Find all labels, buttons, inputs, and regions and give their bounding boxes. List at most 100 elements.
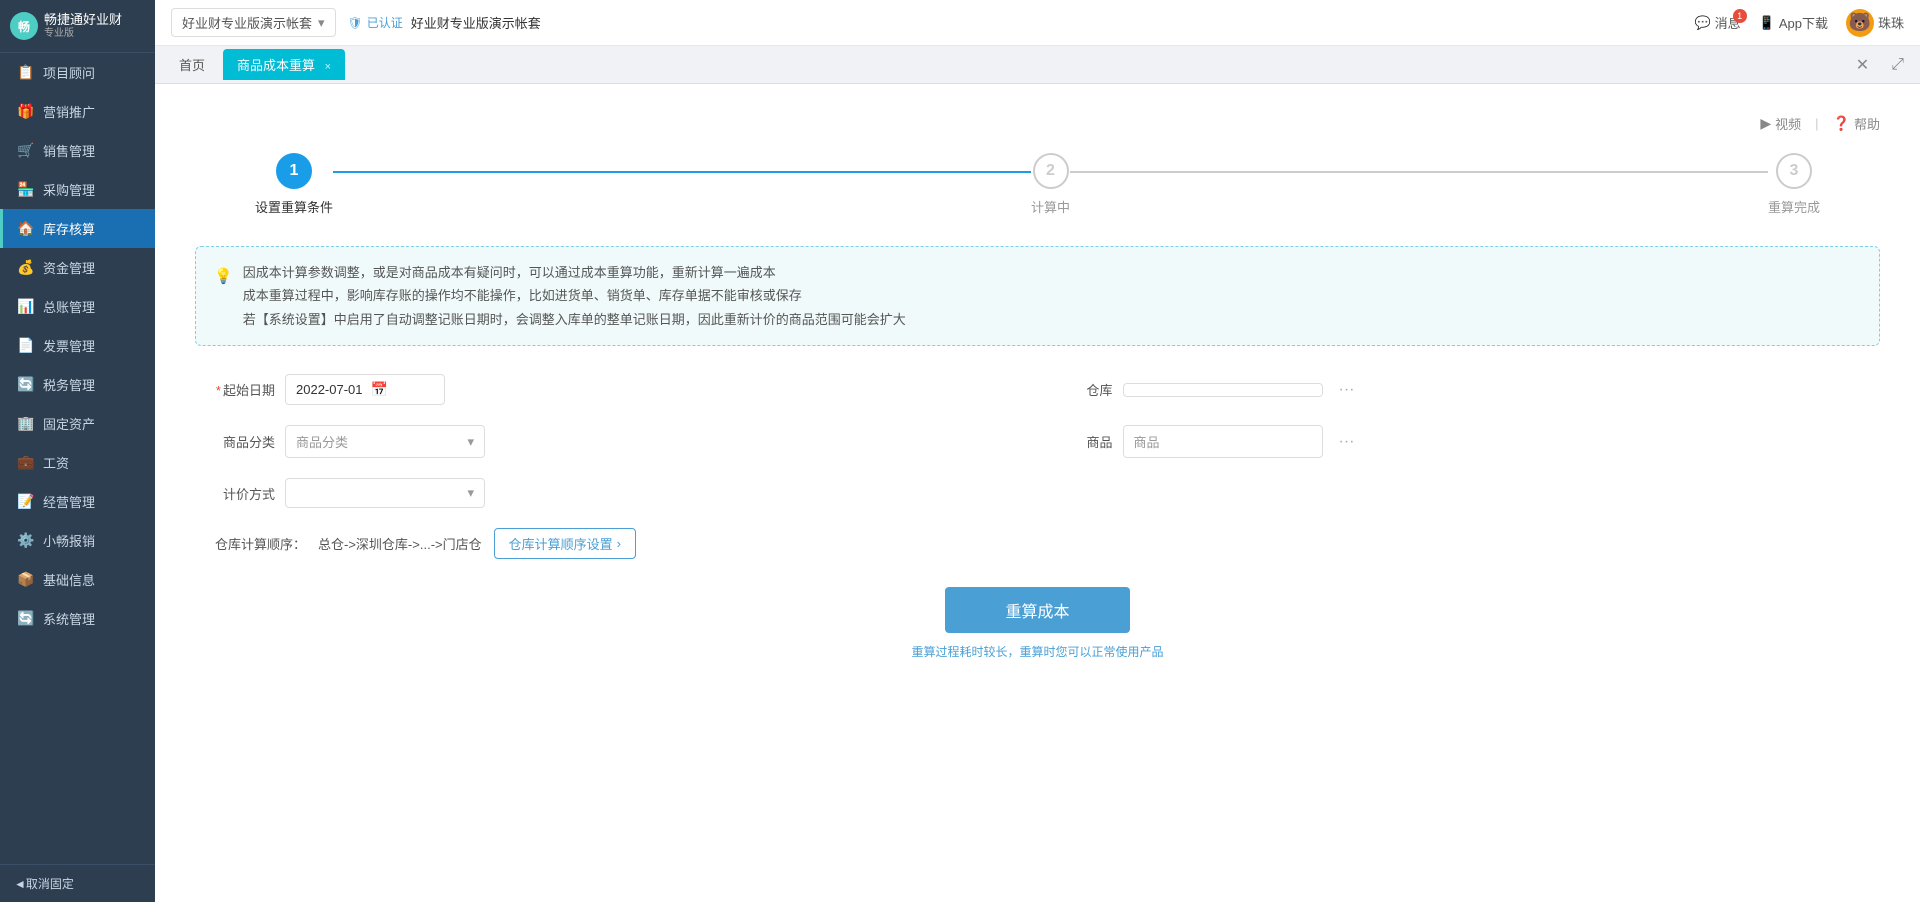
calendar-icon[interactable]: 📅 [371, 381, 388, 398]
system-icon: 🔄 [17, 610, 35, 628]
sidebar-item-expense[interactable]: ⚙️ 小畅报销 [0, 521, 155, 560]
sidebar-nav: 📋 项目顾问 🎁 营销推广 🛒 销售管理 🏪 采购管理 🏠 库存核算 💰 资金管… [0, 53, 155, 864]
pin-toggle-label: ◄取消固定 [14, 875, 74, 892]
sidebar-item-tax[interactable]: 🔄 税务管理 [0, 365, 155, 404]
info-text: 因成本计算参数调整，或是对商品成本有疑问时，可以通过成本重算功能，重新计算一遍成… [243, 261, 906, 331]
warehouse-order-button[interactable]: 仓库计算顺序设置 › [494, 528, 636, 559]
sidebar-item-invoice[interactable]: 📄 发票管理 [0, 326, 155, 365]
app-logo-text: 畅捷通好业财 专业版 [44, 12, 122, 40]
recalc-hint: 重算过程耗时较长，重算时您可以正常使用产品 [911, 643, 1163, 660]
chevron-down-icon: ▾ [467, 434, 474, 450]
sidebar-item-sales[interactable]: 🛒 销售管理 [0, 131, 155, 170]
sidebar-item-marketing[interactable]: 🎁 营销推广 [0, 92, 155, 131]
goods-label: 商品 [1053, 432, 1113, 451]
user-menu[interactable]: 🐻 珠珠 [1846, 9, 1904, 37]
category-label: 商品分类 [215, 432, 275, 451]
step-line-1 [333, 171, 1031, 173]
tab-home[interactable]: 首页 [165, 49, 219, 80]
funds-icon: 💰 [17, 259, 35, 277]
form-field-category: 商品分类 商品分类 ▾ [215, 425, 1023, 458]
sidebar-pin-toggle[interactable]: ◄取消固定 [0, 864, 155, 902]
user-name: 珠珠 [1878, 13, 1904, 32]
sidebar-label-salary: 工资 [43, 453, 69, 472]
warehouse-order-label: 仓库计算顺序： [215, 534, 306, 553]
step-2-circle: 2 [1033, 153, 1069, 189]
recalc-btn-label: 重算成本 [1005, 604, 1069, 621]
app-edition: 专业版 [44, 28, 122, 40]
step-2-label: 计算中 [1031, 197, 1070, 216]
form-field-warehouse: 仓库 ··· [1053, 380, 1861, 399]
expand-panel-icon[interactable]: ⤢ [1885, 54, 1910, 76]
form-row-2: 商品分类 商品分类 ▾ 商品 商品 ··· [215, 425, 1860, 458]
sidebar-item-inventory[interactable]: 🏠 库存核算 [0, 209, 155, 248]
operation-icon: 📝 [17, 493, 35, 511]
recalc-section: 重算成本 重算过程耗时较长，重算时您可以正常使用产品 [195, 587, 1880, 660]
sidebar-item-operation[interactable]: 📝 经营管理 [0, 482, 155, 521]
chevron-right-icon: › [617, 536, 621, 551]
category-select[interactable]: 商品分类 ▾ [285, 425, 485, 458]
sidebar-item-funds[interactable]: 💰 资金管理 [0, 248, 155, 287]
sidebar-label-expense: 小畅报销 [43, 531, 95, 550]
info-box: 💡 因成本计算参数调整，或是对商品成本有疑问时，可以通过成本重算功能，重新计算一… [195, 246, 1880, 346]
inventory-icon: 🏠 [17, 220, 35, 238]
tabs-bar: 首页 商品成本重算 × ✕ ⤢ [155, 46, 1920, 84]
warehouse-dots-icon[interactable]: ··· [1339, 381, 1355, 399]
sidebar-item-basic[interactable]: 📦 基础信息 [0, 560, 155, 599]
messages-button[interactable]: 💬 消息 1 [1694, 13, 1740, 32]
sidebar-item-salary[interactable]: 💼 工资 [0, 443, 155, 482]
expense-icon: ⚙️ [17, 532, 35, 550]
close-panel-icon[interactable]: ✕ [1850, 53, 1875, 77]
warehouse-input[interactable] [1123, 383, 1323, 397]
start-date-input[interactable]: 2022-07-01 📅 [285, 374, 445, 405]
pricing-select[interactable]: ▾ [285, 478, 485, 508]
topbar-right: 💬 消息 1 📱 App下载 🐻 珠珠 [1694, 9, 1904, 37]
accounting-icon: 📊 [17, 298, 35, 316]
form-field-start-date: *起始日期 2022-07-01 📅 [215, 374, 1023, 405]
divider: | [1815, 116, 1818, 131]
app-logo-icon: 畅 [10, 12, 38, 40]
main-area: 好业财专业版演示帐套 ▾ 🛡 已认证 好业财专业版演示帐套 💬 消息 1 📱 A… [155, 0, 1920, 902]
sidebar-item-assets[interactable]: 🏢 固定资产 [0, 404, 155, 443]
sidebar-label-sales: 销售管理 [43, 141, 95, 160]
goods-dots-icon[interactable]: ··· [1339, 433, 1355, 451]
account-selector[interactable]: 好业财专业版演示帐套 ▾ [171, 8, 336, 37]
step-3: 3 重算完成 [1768, 153, 1820, 216]
help-link[interactable]: ❓ 帮助 [1833, 114, 1880, 133]
sidebar-item-accounting[interactable]: 📊 总账管理 [0, 287, 155, 326]
sidebar-item-system[interactable]: 🔄 系统管理 [0, 599, 155, 638]
app-download-button[interactable]: 📱 App下载 [1759, 13, 1828, 32]
info-icon: 💡 [214, 263, 233, 331]
sales-icon: 🛒 [17, 142, 35, 160]
goods-input[interactable]: 商品 [1123, 425, 1323, 458]
recalc-button[interactable]: 重算成本 [945, 587, 1129, 633]
basic-icon: 📦 [17, 571, 35, 589]
sidebar-label-basic: 基础信息 [43, 570, 95, 589]
video-label: 视频 [1775, 114, 1801, 133]
app-download-label: App下载 [1779, 13, 1828, 32]
tab-close-icon[interactable]: × [325, 61, 331, 73]
marketing-icon: 🎁 [17, 103, 35, 121]
video-link[interactable]: ▶ 视频 [1760, 114, 1801, 133]
verified-account-name: 好业财专业版演示帐套 [411, 13, 541, 32]
sidebar-label-operation: 经营管理 [43, 492, 95, 511]
sidebar: 畅 畅捷通好业财 专业版 📋 项目顾问 🎁 营销推广 🛒 销售管理 🏪 采购管理… [0, 0, 155, 902]
app-name: 畅捷通好业财 [44, 12, 122, 28]
step-line-2 [1070, 171, 1768, 173]
sidebar-label-purchase: 采购管理 [43, 180, 95, 199]
sidebar-label-inventory: 库存核算 [43, 219, 95, 238]
sidebar-item-purchase[interactable]: 🏪 采购管理 [0, 170, 155, 209]
tab-recalc[interactable]: 商品成本重算 × [223, 49, 345, 80]
project-icon: 📋 [17, 64, 35, 82]
step-1-label: 设置重算条件 [255, 197, 333, 216]
help-label: 帮助 [1854, 114, 1880, 133]
warehouse-order-row: 仓库计算顺序： 总仓->深圳仓库->...->门店仓 仓库计算顺序设置 › [215, 528, 1860, 559]
tax-icon: 🔄 [17, 376, 35, 394]
messages-badge: 1 [1733, 9, 1747, 23]
sidebar-item-project[interactable]: 📋 项目顾问 [0, 53, 155, 92]
sidebar-label-marketing: 营销推广 [43, 102, 95, 121]
step-2: 2 计算中 [1031, 153, 1070, 216]
info-line-1: 因成本计算参数调整，或是对商品成本有疑问时，可以通过成本重算功能，重新计算一遍成… [243, 261, 906, 284]
verified-badge: 🛡 已认证 [348, 14, 403, 31]
warehouse-label: 仓库 [1053, 380, 1113, 399]
content-help-links: ▶ 视频 | ❓ 帮助 [195, 114, 1880, 133]
